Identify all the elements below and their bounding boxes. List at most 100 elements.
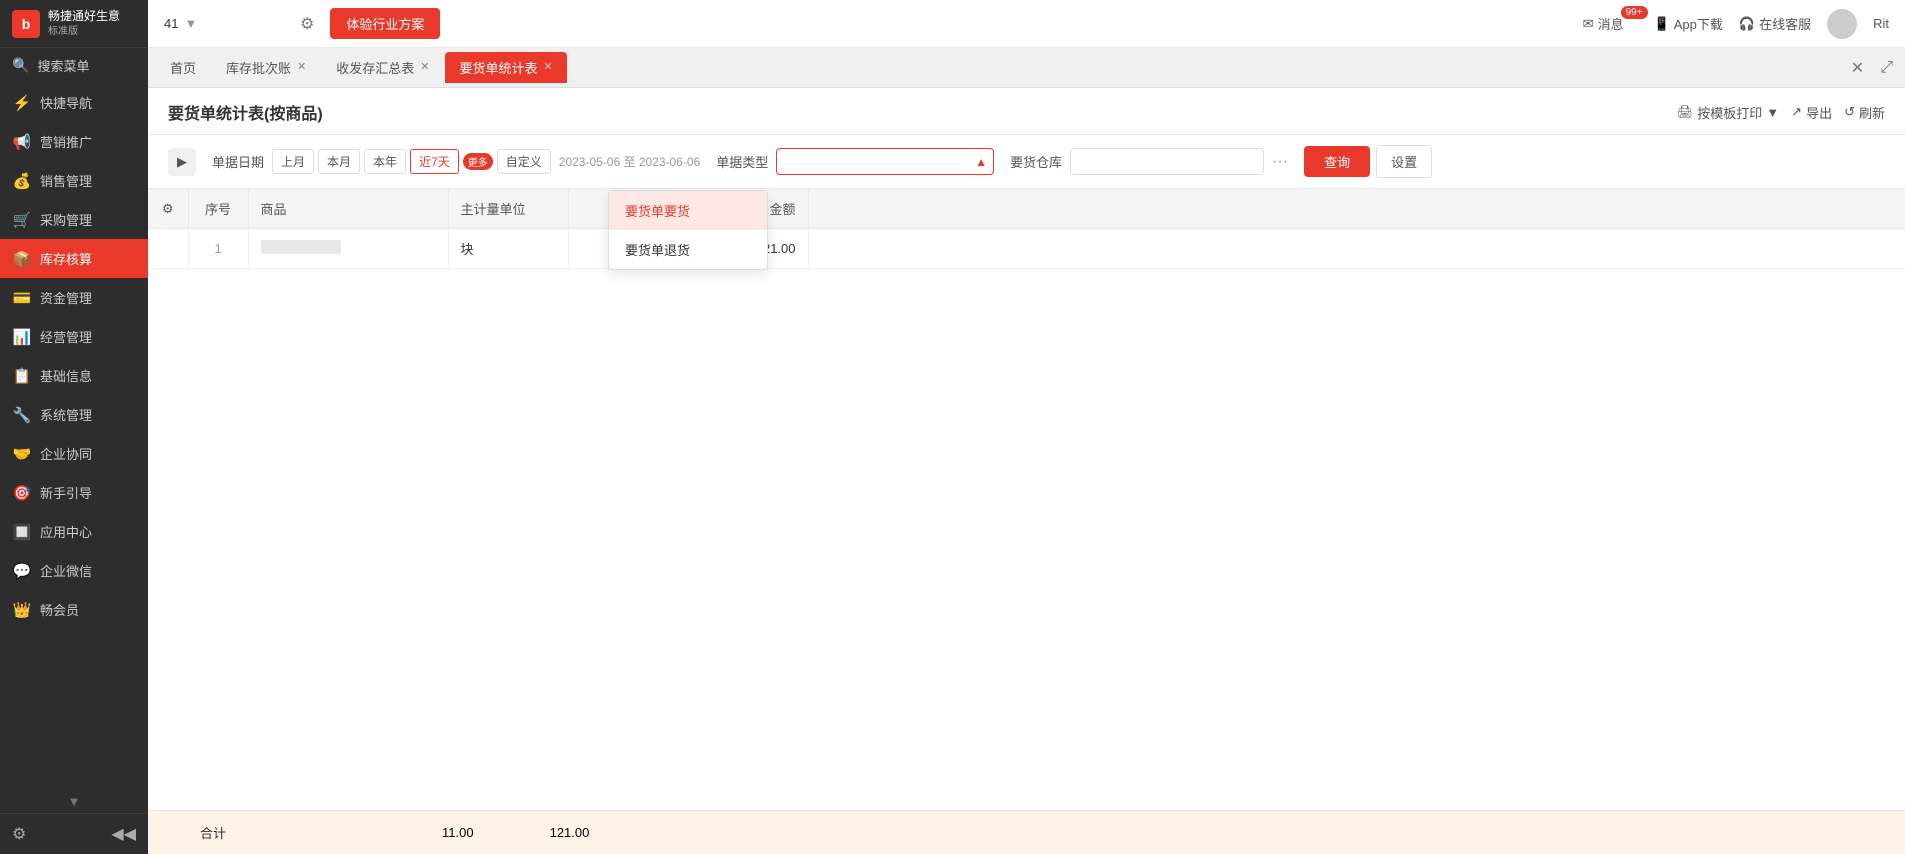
type-filter-group: 单据类型 ▲: [716, 148, 994, 175]
sidebar-search[interactable]: 🔍 搜索菜单: [0, 48, 148, 83]
dropdown-item-requisition-return[interactable]: 要货单退货: [609, 230, 767, 269]
topbar: 41 ▼ ⚙ 体验行业方案 ✉ 消息 99+ 📱 App下载 🎧 在线客服 Ri…: [148, 0, 1905, 48]
sidebar-footer: ⚙ ◀◀: [0, 813, 148, 854]
tab-expand-icon[interactable]: ⤢: [1876, 55, 1897, 81]
type-select-wrapper[interactable]: ▲: [776, 148, 994, 175]
col-goods: 商品: [248, 189, 448, 229]
print-btn[interactable]: 🖨 按模板打印 ▼: [1677, 103, 1779, 122]
date-btn-week7[interactable]: 近7天: [410, 149, 459, 174]
store-number: 41: [164, 16, 178, 31]
sidebar-item-shortcut[interactable]: ⚡ 快捷导航: [0, 83, 148, 122]
warehouse-input[interactable]: [1070, 148, 1264, 175]
operation-icon: 📊: [12, 328, 32, 346]
filter-settings-button[interactable]: 设置: [1376, 145, 1432, 178]
purchase-icon: 🛒: [12, 211, 32, 229]
app-download-btn[interactable]: 📱 App下载: [1654, 14, 1723, 33]
date-filter-label: 单据日期: [212, 152, 264, 171]
page-header-actions: 🖨 按模板打印 ▼ ↗ 导出 ↺ 刷新: [1677, 103, 1885, 122]
export-btn[interactable]: ↗ 导出: [1791, 103, 1832, 122]
date-more-badge[interactable]: 更多: [463, 153, 493, 170]
td-goods: [248, 229, 448, 269]
sidebar-item-marketing[interactable]: 📢 营销推广: [0, 122, 148, 161]
filter-more-btn[interactable]: ···: [1272, 153, 1288, 171]
date-btn-current[interactable]: 本月: [318, 149, 360, 174]
main-area: 41 ▼ ⚙ 体验行业方案 ✉ 消息 99+ 📱 App下载 🎧 在线客服 Ri…: [148, 0, 1905, 854]
table-body: 1 块 11.00 121.00: [148, 229, 1905, 269]
sidebar-item-member[interactable]: 👑 畅会员: [0, 590, 148, 629]
collapse-icon[interactable]: ◀◀: [111, 824, 136, 844]
table-wrapper: ⚙ 序号 商品 主计量单位 主数量 零售金额 1: [148, 189, 1905, 810]
tab-close-all-icon[interactable]: ✕: [1847, 54, 1868, 82]
phone-icon: 📱: [1654, 16, 1670, 32]
filter-expand-btn[interactable]: ▶: [168, 148, 196, 176]
footer-amount: 121.00: [550, 825, 590, 840]
sidebar-item-purchase[interactable]: 🛒 采购管理: [0, 200, 148, 239]
sidebar-item-appstore[interactable]: 🔲 应用中心: [0, 512, 148, 551]
dropdown-item-requisition-order[interactable]: 要货单要货: [609, 191, 767, 230]
settings-icon[interactable]: ⚙: [12, 824, 26, 844]
sidebar-scroll-down[interactable]: ▼: [0, 790, 148, 813]
sidebar-item-weixin[interactable]: 💬 企业微信: [0, 551, 148, 590]
type-select-input[interactable]: [777, 149, 969, 174]
tab-home[interactable]: 首页: [156, 52, 210, 83]
warehouse-filter-group: 要货仓库 ···: [1010, 148, 1288, 175]
footer-label: 合计: [160, 823, 226, 842]
tab-requisition-stats-close[interactable]: ✕: [544, 62, 553, 73]
content-area: 要货单统计表(按商品) 🖨 按模板打印 ▼ ↗ 导出 ↺ 刷新: [148, 88, 1905, 854]
marketing-icon: 📢: [12, 133, 32, 151]
td-no: 1: [188, 229, 248, 269]
chevron-down-icon: ▼: [1766, 105, 1779, 120]
sidebar-item-enterprise[interactable]: 🤝 企业协同: [0, 434, 148, 473]
logo-text: 畅捷通好生意 标准版: [48, 9, 120, 38]
sidebar-logo: b 畅捷通好生意 标准版: [0, 0, 148, 48]
online-service-btn[interactable]: 🎧 在线客服: [1739, 14, 1811, 33]
sidebar-item-basic[interactable]: 📋 基础信息: [0, 356, 148, 395]
service-icon: 🎧: [1739, 16, 1755, 32]
refresh-icon: ↺: [1844, 104, 1855, 120]
sidebar-item-system[interactable]: 🔧 系统管理: [0, 395, 148, 434]
filter-bar: ▶ 单据日期 上月 本月 本年 近7天 更多 自定义 2023-05-06 至 …: [148, 135, 1905, 189]
sidebar-item-sales[interactable]: 💰 销售管理: [0, 161, 148, 200]
tab-sales-summary[interactable]: 收发存汇总表 ✕: [322, 52, 443, 83]
message-icon: ✉: [1583, 16, 1594, 32]
query-button[interactable]: 查询: [1304, 146, 1370, 177]
tab-sales-summary-close[interactable]: ✕: [420, 62, 429, 73]
store-selector[interactable]: 41 ▼: [164, 16, 284, 31]
page-title-row: 要货单统计表(按商品) 🖨 按模板打印 ▼ ↗ 导出 ↺ 刷新: [168, 100, 1885, 124]
search-icon: 🔍: [12, 57, 29, 74]
tabs-bar: 首页 库存批次账 ✕ 收发存汇总表 ✕ 要货单统计表 ✕ ✕ ⤢: [148, 48, 1905, 88]
system-icon: 🔧: [12, 406, 32, 424]
date-btns: 上月 本月 本年 近7天 更多 自定义: [272, 149, 551, 174]
warehouse-filter-label: 要货仓库: [1010, 152, 1062, 171]
trial-button[interactable]: 体验行业方案: [330, 8, 440, 39]
sidebar-item-finance[interactable]: 💳 资金管理: [0, 278, 148, 317]
messages-label: 消息: [1598, 14, 1624, 33]
data-table: ⚙ 序号 商品 主计量单位 主数量 零售金额 1: [148, 189, 1905, 269]
date-range-text: 2023-05-06 至 2023-06-06: [559, 153, 700, 170]
tabs-actions: ✕ ⤢: [1847, 54, 1897, 82]
shortcut-icon: ⚡: [12, 94, 32, 112]
col-settings[interactable]: ⚙: [148, 189, 188, 229]
goods-placeholder: [261, 240, 341, 254]
type-dropdown-arrow[interactable]: ▲: [969, 155, 993, 169]
date-btn-up[interactable]: 上月: [272, 149, 314, 174]
tab-inventory-batch[interactable]: 库存批次账 ✕: [212, 52, 320, 83]
basic-icon: 📋: [12, 367, 32, 385]
date-btn-year[interactable]: 本年: [364, 149, 406, 174]
messages-badge: 99+: [1621, 6, 1648, 19]
date-btn-custom[interactable]: 自定义: [497, 149, 551, 174]
sidebar-nav: ⚡ 快捷导航 📢 营销推广 💰 销售管理 🛒 采购管理 📦 库存核算 💳 资金管…: [0, 83, 148, 790]
messages-btn[interactable]: ✉ 消息 99+: [1583, 14, 1638, 33]
avatar[interactable]: [1827, 9, 1857, 39]
topbar-settings-icon[interactable]: ⚙: [300, 14, 314, 34]
page-header: 要货单统计表(按商品) 🖨 按模板打印 ▼ ↗ 导出 ↺ 刷新: [148, 88, 1905, 135]
tab-inventory-batch-close[interactable]: ✕: [297, 62, 306, 73]
sidebar-item-guide[interactable]: 🎯 新手引导: [0, 473, 148, 512]
refresh-btn[interactable]: ↺ 刷新: [1844, 103, 1885, 122]
sidebar-item-inventory[interactable]: 📦 库存核算: [0, 239, 148, 278]
sidebar-item-operation[interactable]: 📊 经营管理: [0, 317, 148, 356]
tab-requisition-stats[interactable]: 要货单统计表 ✕: [445, 52, 566, 83]
finance-icon: 💳: [12, 289, 32, 307]
td-extra: [808, 229, 1905, 269]
table-row: 1 块 11.00 121.00: [148, 229, 1905, 269]
